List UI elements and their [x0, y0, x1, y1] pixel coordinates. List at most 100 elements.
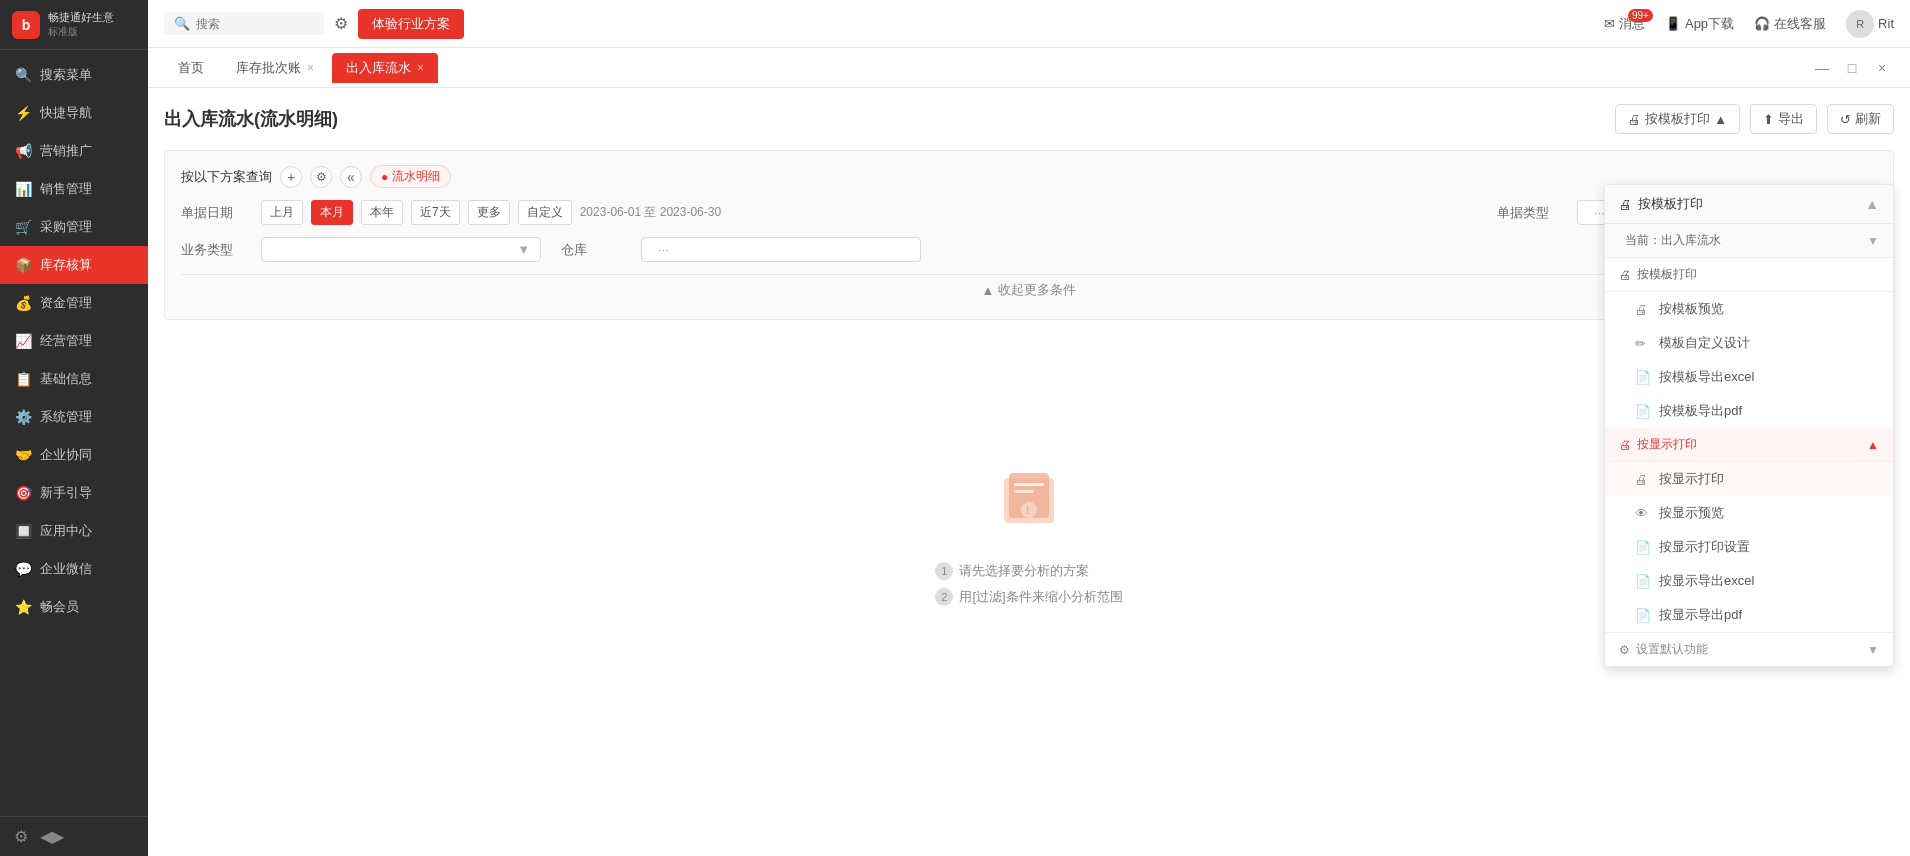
svg-text:!: !: [1026, 505, 1029, 516]
display-preview-item[interactable]: 👁 按显示预览: [1605, 496, 1893, 530]
sidebar-item-operation[interactable]: 📈 经营管理: [0, 322, 148, 360]
template-print-section[interactable]: 🖨 按模板打印: [1605, 258, 1893, 292]
dropdown-current: 当前：出入库流水 ▼: [1605, 224, 1893, 258]
sidebar-item-label: 库存核算: [40, 256, 134, 274]
main-area: 🔍 ⚙ 体验行业方案 ✉ 消息 99+ 📱 App下载 🎧 在线客服 R: [148, 0, 1910, 856]
sidebar-item-guide[interactable]: 🎯 新手引导: [0, 474, 148, 512]
search-input[interactable]: [196, 17, 296, 31]
gear-icon[interactable]: ⚙: [334, 14, 348, 33]
sidebar-item-coop[interactable]: 🤝 企业协同: [0, 436, 148, 474]
collapse-up-icon: ▲: [982, 283, 995, 298]
display-settings-label: 按显示打印设置: [1659, 538, 1750, 556]
template-preview-icon: 🖨: [1635, 302, 1651, 317]
display-pdf-item[interactable]: 📄 按显示导出pdf: [1605, 598, 1893, 632]
app-name: 畅捷通好生意: [48, 10, 114, 24]
sidebar-item-inventory[interactable]: 📦 库存核算: [0, 246, 148, 284]
date-btn-more[interactable]: 更多: [468, 200, 510, 225]
app-version: 标准版: [48, 25, 114, 39]
online-service-btn[interactable]: 🎧 在线客服: [1754, 15, 1826, 33]
filter-settings-btn[interactable]: ⚙: [310, 166, 332, 188]
minimize-btn[interactable]: —: [1810, 56, 1834, 80]
add-filter-btn[interactable]: +: [280, 166, 302, 188]
purchase-icon: 🛒: [14, 219, 32, 235]
topbar-search-box[interactable]: 🔍: [164, 12, 324, 35]
app-download-btn[interactable]: 📱 App下载: [1665, 15, 1734, 33]
sidebar-item-label: 畅会员: [40, 598, 134, 616]
display-excel-item[interactable]: 📄 按显示导出excel: [1605, 564, 1893, 598]
export-btn[interactable]: ⬆ 导出: [1750, 104, 1817, 134]
close-window-btn[interactable]: ×: [1870, 56, 1894, 80]
search-icon: 🔍: [14, 67, 32, 83]
tab-flow[interactable]: 出入库流水 ×: [332, 53, 438, 83]
sidebar-item-wechat[interactable]: 💬 企业微信: [0, 550, 148, 588]
template-preview-item[interactable]: 🖨 按模板预览: [1605, 292, 1893, 326]
sidebar-item-search[interactable]: 🔍 搜索菜单: [0, 56, 148, 94]
tip-num-1: 1: [935, 562, 953, 580]
settings-footer-icon[interactable]: ⚙: [14, 827, 28, 846]
tab-flow-close[interactable]: ×: [417, 62, 424, 74]
sidebar-item-label: 企业微信: [40, 560, 134, 578]
content-area: 出入库流水(流水明细) 🖨 按模板打印 ▲ ⬆ 导出 ↺ 刷新: [148, 88, 1910, 856]
collapse-sidebar-icon[interactable]: ◀▶: [40, 827, 64, 846]
app-logo: b 畅捷通好生意 标准版: [0, 0, 148, 50]
tab-home[interactable]: 首页: [164, 53, 218, 83]
sidebar-item-quick[interactable]: ⚡ 快捷导航: [0, 94, 148, 132]
display-print-section[interactable]: 🖨 按显示打印 ▲: [1605, 428, 1893, 462]
dropdown-footer[interactable]: ⚙ 设置默认功能 ▼: [1605, 632, 1893, 666]
coop-icon: 🤝: [14, 447, 32, 463]
message-btn[interactable]: ✉ 消息 99+: [1604, 15, 1645, 33]
date-range-text: 2023-06-01 至 2023-06-30: [580, 204, 721, 221]
sidebar-item-label: 营销推广: [40, 142, 134, 160]
sidebar-item-system[interactable]: ⚙️ 系统管理: [0, 398, 148, 436]
maximize-btn[interactable]: □: [1840, 56, 1864, 80]
template-excel-item[interactable]: 📄 按模板导出excel: [1605, 360, 1893, 394]
display-settings-item[interactable]: 📄 按显示打印设置: [1605, 530, 1893, 564]
display-excel-label: 按显示导出excel: [1659, 572, 1754, 590]
template-pdf-item[interactable]: 📄 按模板导出pdf: [1605, 394, 1893, 428]
industry-btn[interactable]: 体验行业方案: [358, 9, 464, 39]
page-header: 出入库流水(流水明细) 🖨 按模板打印 ▲ ⬆ 导出 ↺ 刷新: [164, 104, 1894, 134]
refresh-btn[interactable]: ↺ 刷新: [1827, 104, 1894, 134]
template-design-item[interactable]: ✏ 模板自定义设计: [1605, 326, 1893, 360]
sidebar-item-purchase[interactable]: 🛒 采购管理: [0, 208, 148, 246]
tab-batch-close[interactable]: ×: [307, 62, 314, 74]
sidebar-item-label: 应用中心: [40, 522, 134, 540]
biz-type-select[interactable]: ▼: [261, 237, 541, 262]
date-btn-custom[interactable]: 自定义: [518, 200, 572, 225]
filter-collapse-btn[interactable]: «: [340, 166, 362, 188]
sidebar-item-marketing[interactable]: 📢 营销推广: [0, 132, 148, 170]
sidebar-item-sales[interactable]: 📊 销售管理: [0, 170, 148, 208]
date-btn-this-year[interactable]: 本年: [361, 200, 403, 225]
date-btn-7days[interactable]: 近7天: [411, 200, 460, 225]
display-section-label: 按显示打印: [1637, 436, 1697, 453]
sidebar-item-finance[interactable]: 💰 资金管理: [0, 284, 148, 322]
biz-type-label: 业务类型: [181, 241, 241, 259]
display-print-item[interactable]: 🖨 按显示打印: [1605, 462, 1893, 496]
template-pdf-icon: 📄: [1635, 404, 1651, 419]
user-avatar: R: [1846, 10, 1874, 38]
filter-tag[interactable]: ● 流水明细: [370, 165, 451, 188]
system-icon: ⚙️: [14, 409, 32, 425]
tab-batch[interactable]: 库存批次账 ×: [222, 53, 328, 83]
footer-content: ⚙ 设置默认功能: [1619, 641, 1708, 658]
date-btn-last-month[interactable]: 上月: [261, 200, 303, 225]
template-excel-label: 按模板导出excel: [1659, 368, 1754, 386]
dropdown-collapse-btn[interactable]: ▲: [1865, 196, 1879, 212]
template-print-icon: 🖨: [1619, 268, 1631, 282]
warehouse-select[interactable]: ···: [641, 237, 921, 262]
user-menu[interactable]: R Rit: [1846, 10, 1894, 38]
display-preview-label: 按显示预览: [1659, 504, 1724, 522]
print-btn[interactable]: 🖨 按模板打印 ▲: [1615, 104, 1740, 134]
empty-tips: 1 请先选择要分析的方案 2 用[过滤]条件来缩小分析范围: [935, 558, 1122, 610]
tabs-actions: — □ ×: [1810, 56, 1894, 80]
display-section-icon: 🖨: [1619, 438, 1631, 452]
guide-icon: 🎯: [14, 485, 32, 501]
sidebar-item-basic[interactable]: 📋 基础信息: [0, 360, 148, 398]
tip-text-2: 用[过滤]条件来缩小分析范围: [959, 584, 1122, 610]
date-btn-this-month[interactable]: 本月: [311, 200, 353, 225]
sidebar-item-apps[interactable]: 🔲 应用中心: [0, 512, 148, 550]
template-pdf-label: 按模板导出pdf: [1659, 402, 1742, 420]
template-print-label: 按模板打印: [1637, 266, 1697, 283]
svg-rect-3: [1014, 490, 1034, 493]
sidebar-item-member[interactable]: ⭐ 畅会员: [0, 588, 148, 626]
